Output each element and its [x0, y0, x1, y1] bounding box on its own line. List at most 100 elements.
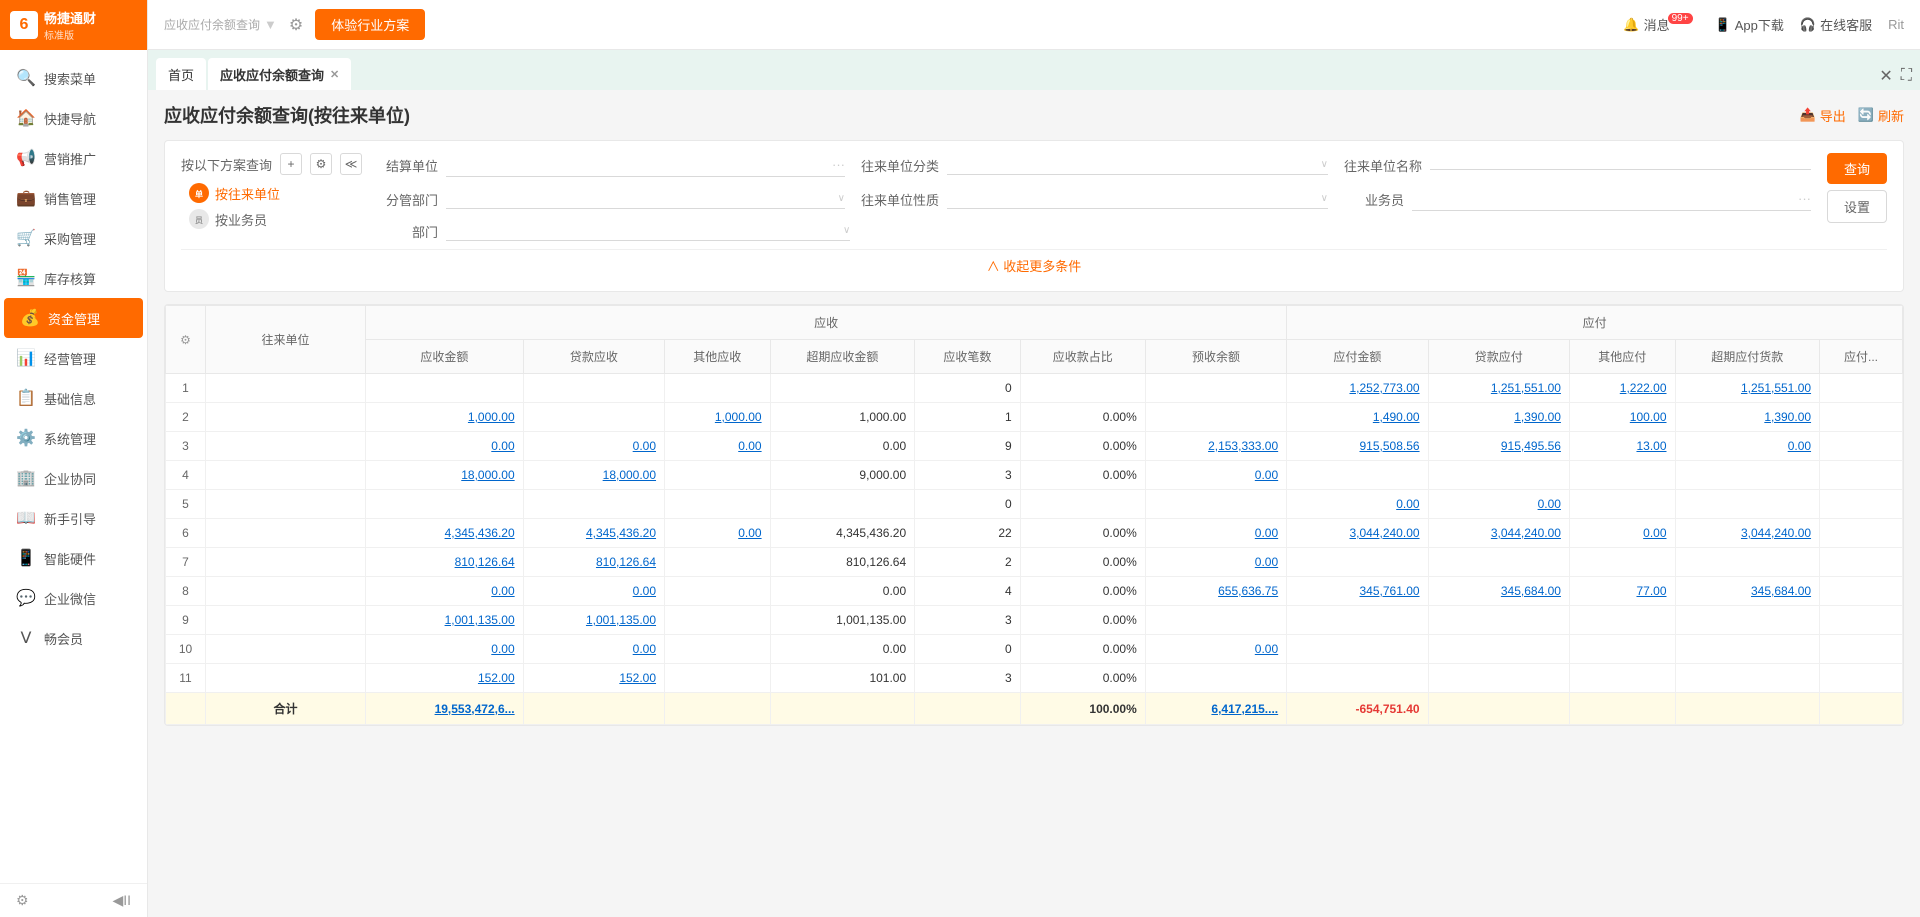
sidebar-item-label: 畅会员: [44, 629, 83, 648]
sidebar-item-label: 资金管理: [48, 309, 100, 328]
search-mode-by-partner[interactable]: 单 按往来单位: [189, 183, 362, 203]
user-avatar[interactable]: Rit: [1888, 17, 1904, 32]
field-salesman-label: 业务员: [1344, 190, 1404, 209]
sidebar-item-label: 库存核算: [44, 269, 96, 288]
col-ap-overdue: 超期应付货款: [1675, 340, 1820, 374]
breadcrumb: 应收应付余额查询 ▼: [164, 16, 277, 33]
sidebar-item-search[interactable]: 🔍 搜索菜单: [0, 58, 147, 98]
settings-condition-button[interactable]: ⚙: [310, 153, 332, 175]
field-salesman-input[interactable]: ···: [1412, 187, 1811, 211]
export-label: 导出: [1820, 106, 1846, 125]
mode-salesman-label: 按业务员: [215, 210, 267, 229]
sidebar-item-guide[interactable]: 📖 新手引导: [0, 498, 147, 538]
field-sub-dept-input[interactable]: ∨: [446, 221, 850, 241]
top-header: 应收应付余额查询 ▼ ⚙ 体验行业方案 🔔 消息 99+ 📱 App下载 🎧 在…: [148, 0, 1920, 50]
field-partner-cat-label: 往来单位分类: [861, 156, 939, 175]
footer-ap-other: [1569, 693, 1675, 725]
tab-expand-icon[interactable]: ⛶: [1901, 67, 1912, 85]
online-service-button[interactable]: 🎧 在线客服: [1800, 15, 1872, 34]
sidebar-item-marketing[interactable]: 📢 营销推广: [0, 138, 147, 178]
field-partner-type-input[interactable]: ∨: [947, 189, 1328, 209]
query-button[interactable]: 查询: [1827, 153, 1887, 184]
sidebar-logo: 6 畅捷通财 标准版: [0, 0, 147, 50]
sidebar-item-label: 营销推广: [44, 149, 96, 168]
messages-button[interactable]: 🔔 消息 99+: [1623, 15, 1698, 34]
logo-name: 畅捷通财: [44, 8, 96, 27]
collapse-condition-button[interactable]: ≪: [340, 153, 362, 175]
sidebar-footer: ⚙ ◀II: [0, 883, 147, 917]
footer-no: [166, 693, 206, 725]
refresh-button[interactable]: 🔄 刷新: [1858, 106, 1904, 125]
download-icon: 📱: [1715, 17, 1731, 33]
finance-icon: 💰: [20, 308, 40, 328]
sidebar-item-inventory[interactable]: 🏪 库存核算: [0, 258, 147, 298]
search-collapse-button[interactable]: ∧ 收起更多条件: [181, 249, 1887, 279]
field-settlement-input[interactable]: ···: [446, 153, 845, 177]
field-settlement-label: 结算单位: [378, 156, 438, 175]
footer-ar-amount[interactable]: 19,553,472,6...: [366, 693, 524, 725]
gear-icon[interactable]: ⚙: [289, 15, 303, 35]
business-icon: 📊: [16, 348, 36, 368]
sidebar-item-label: 采购管理: [44, 229, 96, 248]
partner-type-arrow-icon: ∨: [1321, 193, 1328, 204]
sidebar-item-finance[interactable]: 💰 资金管理: [4, 298, 143, 338]
settings-button-2[interactable]: 设置: [1827, 190, 1887, 223]
field-dept-input[interactable]: ∨: [446, 189, 845, 209]
sidebar-item-purchase[interactable]: 🛒 采购管理: [0, 218, 147, 258]
sidebar-item-label: 经营管理: [44, 349, 96, 368]
sidebar-item-wechat[interactable]: 💬 企业微信: [0, 578, 147, 618]
tab-home[interactable]: 首页: [156, 58, 206, 90]
sidebar-item-business[interactable]: 📊 经营管理: [0, 338, 147, 378]
refresh-icon: 🔄: [1858, 107, 1874, 123]
app-download-button[interactable]: 📱 App下载: [1715, 15, 1784, 34]
col-ar-overdue: 超期应收金额: [770, 340, 915, 374]
field-partner-name: 往来单位名称: [1344, 153, 1811, 177]
footer-ar-prepay[interactable]: 6,417,215....: [1145, 693, 1286, 725]
base-icon: 📋: [16, 388, 36, 408]
field-partner-cat-input[interactable]: ∨: [947, 155, 1328, 175]
sidebar-item-nav[interactable]: 🏠 快捷导航: [0, 98, 147, 138]
table-row: 100.000.000.0000.00%0.00: [166, 635, 1903, 664]
logo-text: 畅捷通财 标准版: [44, 8, 96, 42]
marketing-icon: 📢: [16, 148, 36, 168]
member-icon: Ⅴ: [16, 628, 36, 648]
guide-icon: 📖: [16, 508, 36, 528]
mode-partner-icon: 单: [189, 183, 209, 203]
tab-close-window-icon[interactable]: ✕: [1879, 66, 1892, 86]
settlement-dots-icon: ···: [832, 157, 845, 172]
sidebar-item-member[interactable]: Ⅴ 畅会员: [0, 618, 147, 658]
search-mode-by-salesman[interactable]: 员 按业务员: [189, 209, 362, 229]
tab-arbalance[interactable]: 应收应付余额查询 ✕: [208, 58, 351, 90]
tab-arbalance-label: 应收应付余额查询: [220, 65, 324, 84]
field-partner-name-input[interactable]: [1430, 161, 1811, 170]
mode-partner-label: 按往来单位: [215, 184, 280, 203]
table-row: 7810,126.64810,126.64810,126.6420.00%0.0…: [166, 548, 1903, 577]
collapse-button[interactable]: ◀II: [112, 892, 131, 909]
add-condition-button[interactable]: +: [280, 153, 302, 175]
sidebar-item-label: 企业协同: [44, 469, 96, 488]
col-ap-other: 其他应付: [1569, 340, 1675, 374]
footer-ap-loan: [1428, 693, 1569, 725]
col-ap-more: 应付...: [1820, 340, 1903, 374]
footer-ar-count: [915, 693, 1021, 725]
sidebar-item-system[interactable]: ⚙️ 系统管理: [0, 418, 147, 458]
tabs-controls: ✕ ⛶: [1879, 66, 1912, 90]
footer-ap-amount: -654,751.40: [1287, 693, 1428, 725]
footer-ar-other: [665, 693, 771, 725]
settings-button[interactable]: ⚙: [16, 892, 29, 909]
breadcrumb-text: 应收应付余额查询: [164, 16, 260, 33]
messages-badge: 99+: [1668, 13, 1693, 24]
sidebar-item-label: 快捷导航: [44, 109, 96, 128]
sidebar-item-hardware[interactable]: 📱 智能硬件: [0, 538, 147, 578]
partner-cat-arrow-icon: ∨: [1321, 159, 1328, 170]
solution-button[interactable]: 体验行业方案: [315, 9, 425, 40]
footer-ar-loan: [523, 693, 664, 725]
tab-home-label: 首页: [168, 65, 194, 84]
sidebar-item-base[interactable]: 📋 基础信息: [0, 378, 147, 418]
table-settings-icon[interactable]: ⚙: [180, 333, 191, 347]
breadcrumb-arrow: ▼: [264, 17, 277, 32]
export-button[interactable]: 📤 导出: [1800, 106, 1846, 125]
sidebar-item-corp[interactable]: 🏢 企业协同: [0, 458, 147, 498]
tab-close-icon[interactable]: ✕: [330, 68, 339, 81]
sidebar-item-sales[interactable]: 💼 销售管理: [0, 178, 147, 218]
